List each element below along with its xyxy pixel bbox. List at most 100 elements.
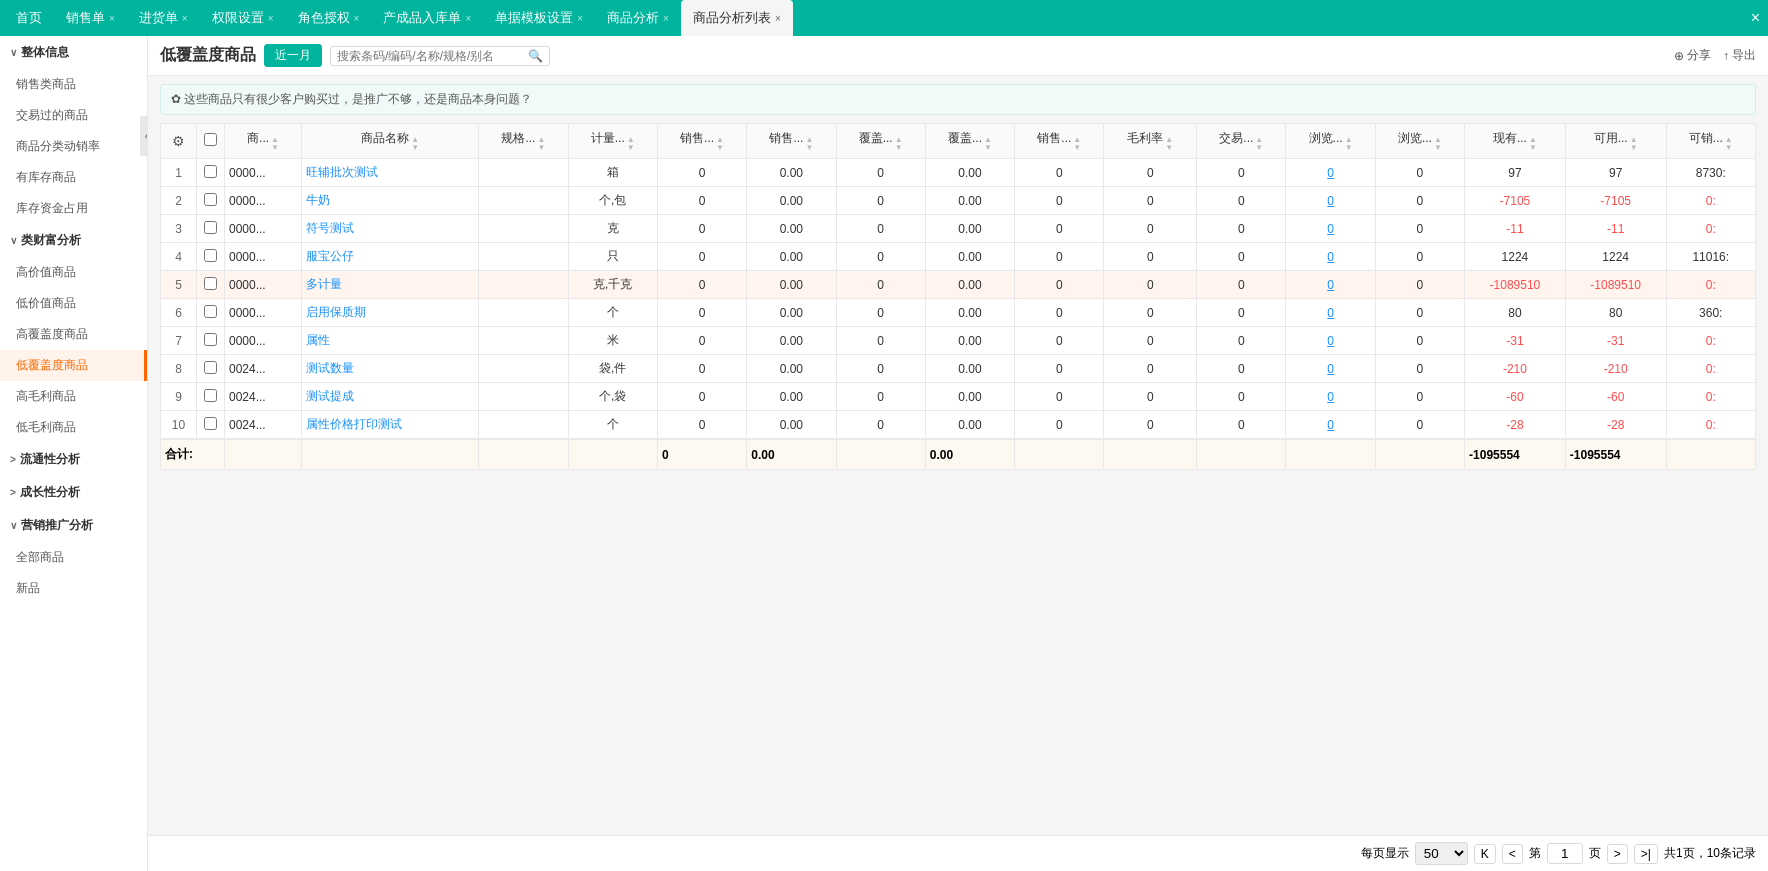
close-icon[interactable]: × (182, 13, 188, 24)
row-browse1[interactable]: 0 (1286, 187, 1375, 215)
sidebar-item-all-products[interactable]: 全部商品 (0, 542, 147, 573)
row-name[interactable]: 测试数量 (302, 355, 479, 383)
sidebar-item-high-value[interactable]: 高价值商品 (0, 257, 147, 288)
share-button[interactable]: ⊕ 分享 (1674, 47, 1711, 64)
row-checkbox[interactable] (204, 277, 217, 290)
row-cover-qty: 0 (836, 215, 925, 243)
row-checkbox[interactable] (204, 249, 217, 262)
page-size-select[interactable]: 50 20 100 (1415, 842, 1468, 865)
sidebar-section-liquidity[interactable]: > 流通性分析 (0, 443, 147, 476)
col-cover-qty: 覆盖...▲▼ (836, 124, 925, 159)
row-name[interactable]: 属性 (302, 327, 479, 355)
row-browse1[interactable]: 0 (1286, 355, 1375, 383)
last-page-button[interactable]: >| (1634, 844, 1658, 864)
sidebar-section-growth[interactable]: > 成长性分析 (0, 476, 147, 509)
sidebar-item-new-products[interactable]: 新品 (0, 573, 147, 604)
row-browse1[interactable]: 0 (1286, 243, 1375, 271)
row-unit: 箱 (568, 159, 657, 187)
nav-tab-roles[interactable]: 角色授权 × (286, 0, 372, 36)
search-icon[interactable]: 🔍 (528, 49, 543, 63)
sidebar-item-low-margin[interactable]: 低毛利商品 (0, 412, 147, 443)
sidebar-item-category-rate[interactable]: 商品分类动销率 (0, 131, 147, 162)
select-all-checkbox[interactable] (204, 133, 217, 146)
row-browse1[interactable]: 0 (1286, 159, 1375, 187)
nav-tab-sales[interactable]: 销售单 × (54, 0, 127, 36)
sidebar-item-traded-products[interactable]: 交易过的商品 (0, 100, 147, 131)
search-box: 🔍 (330, 46, 550, 66)
nav-tab-permissions[interactable]: 权限设置 × (200, 0, 286, 36)
row-sales-amt: 0.00 (747, 383, 836, 411)
nav-tab-product-analysis[interactable]: 商品分析 × (595, 0, 681, 36)
close-all-button[interactable]: × (1751, 9, 1760, 27)
row-checkbox-cell (197, 383, 225, 411)
row-name[interactable]: 服宝公仔 (302, 243, 479, 271)
row-browse1[interactable]: 0 (1286, 215, 1375, 243)
row-browse2: 0 (1375, 383, 1464, 411)
row-browse1[interactable]: 0 (1286, 327, 1375, 355)
totals-empty-2 (302, 439, 479, 470)
close-icon[interactable]: × (465, 13, 471, 24)
sidebar-section-marketing[interactable]: ∨ 营销推广分析 (0, 509, 147, 542)
sidebar-item-low-coverage[interactable]: 低覆盖度商品 (0, 350, 147, 381)
sidebar-item-stock-capital[interactable]: 库存资金占用 (0, 193, 147, 224)
row-browse1[interactable]: 0 (1286, 383, 1375, 411)
prev-page-button[interactable]: < (1502, 844, 1523, 864)
row-checkbox[interactable] (204, 389, 217, 402)
nav-tab-home[interactable]: 首页 (4, 0, 54, 36)
row-current-stock: -11 (1465, 215, 1566, 243)
row-name[interactable]: 旺辅批次测试 (302, 159, 479, 187)
search-input[interactable] (337, 49, 524, 63)
nav-bar: 首页 销售单 × 进货单 × 权限设置 × 角色授权 × 产成品入库单 × 单据… (0, 0, 1768, 36)
row-code: 0000... (225, 243, 302, 271)
nav-tab-template-settings[interactable]: 单据模板设置 × (483, 0, 595, 36)
first-page-button[interactable]: K (1474, 844, 1496, 864)
settings-icon[interactable]: ⚙ (172, 133, 185, 149)
close-icon[interactable]: × (577, 13, 583, 24)
row-checkbox[interactable] (204, 417, 217, 430)
close-icon[interactable]: × (663, 13, 669, 24)
sidebar-section-overall[interactable]: ∨ 整体信息 (0, 36, 147, 69)
row-checkbox[interactable] (204, 193, 217, 206)
row-checkbox[interactable] (204, 361, 217, 374)
sidebar-item-sales-products[interactable]: 销售类商品 (0, 69, 147, 100)
row-name[interactable]: 属性价格打印测试 (302, 411, 479, 440)
row-checkbox-cell (197, 271, 225, 299)
sidebar-item-low-value[interactable]: 低价值商品 (0, 288, 147, 319)
row-checkbox[interactable] (204, 333, 217, 346)
sidebar-collapse-button[interactable]: « (140, 116, 148, 156)
nav-tab-purchase[interactable]: 进货单 × (127, 0, 200, 36)
nav-tab-product-analysis-list[interactable]: 商品分析列表 × (681, 0, 793, 36)
page-number-input[interactable] (1547, 843, 1583, 864)
row-cover-qty: 0 (836, 327, 925, 355)
row-name[interactable]: 启用保质期 (302, 299, 479, 327)
sidebar-item-stocked-products[interactable]: 有库存商品 (0, 162, 147, 193)
sidebar-item-high-coverage[interactable]: 高覆盖度商品 (0, 319, 147, 350)
sidebar-section-wealth[interactable]: ∨ 类财富分析 (0, 224, 147, 257)
row-checkbox[interactable] (204, 221, 217, 234)
close-icon[interactable]: × (775, 13, 781, 24)
row-name[interactable]: 符号测试 (302, 215, 479, 243)
row-browse1[interactable]: 0 (1286, 299, 1375, 327)
row-gross-margin: 0 (1104, 299, 1197, 327)
row-sales-days: 0 (1015, 187, 1104, 215)
row-current-stock: -210 (1465, 355, 1566, 383)
close-icon[interactable]: × (109, 13, 115, 24)
row-name[interactable]: 牛奶 (302, 187, 479, 215)
row-browse1[interactable]: 0 (1286, 271, 1375, 299)
row-name[interactable]: 测试提成 (302, 383, 479, 411)
export-button[interactable]: ↑ 导出 (1723, 47, 1756, 64)
row-name[interactable]: 多计量 (302, 271, 479, 299)
next-page-button[interactable]: > (1607, 844, 1628, 864)
row-unit: 克 (568, 215, 657, 243)
sidebar-item-high-margin[interactable]: 高毛利商品 (0, 381, 147, 412)
period-button[interactable]: 近一月 (264, 44, 322, 67)
close-icon[interactable]: × (268, 13, 274, 24)
nav-tab-product-inbound[interactable]: 产成品入库单 × (371, 0, 483, 36)
row-checkbox[interactable] (204, 305, 217, 318)
row-checkbox[interactable] (204, 165, 217, 178)
row-trans: 0 (1197, 159, 1286, 187)
close-icon[interactable]: × (354, 13, 360, 24)
row-browse1[interactable]: 0 (1286, 411, 1375, 440)
row-browse2: 0 (1375, 271, 1464, 299)
row-code: 0000... (225, 187, 302, 215)
